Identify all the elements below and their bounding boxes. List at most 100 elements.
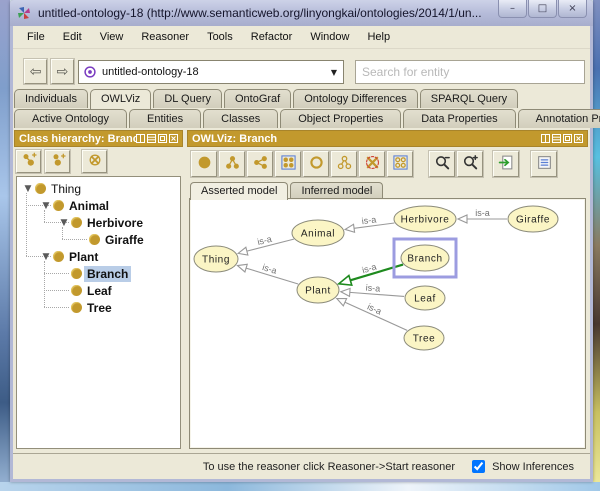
export-graph-button[interactable] — [493, 151, 519, 177]
graph-node-giraffe[interactable]: Giraffe — [508, 206, 558, 232]
tab-dl-query[interactable]: DL Query — [153, 89, 222, 108]
tree-row-leaf[interactable]: Leaf — [17, 282, 180, 299]
options-button[interactable] — [531, 151, 557, 177]
class-icon — [71, 217, 82, 228]
back-button[interactable]: ⇦ — [24, 59, 47, 84]
panel-header-controls — [541, 134, 583, 143]
graph-node-leaf[interactable]: Leaf — [405, 286, 445, 310]
menu-item-window[interactable]: Window — [301, 28, 358, 46]
graph-node-herbivore[interactable]: Herbivore — [394, 206, 456, 232]
float-icon[interactable] — [563, 134, 572, 143]
add-sibling-class-icon — [50, 152, 66, 171]
tree-row-plant[interactable]: ▼ Plant — [17, 248, 180, 265]
arrow-right-icon: ⇨ — [57, 64, 69, 80]
menu-item-reasoner[interactable]: Reasoner — [132, 28, 198, 46]
is-a-arrowhead — [237, 264, 247, 272]
tab-object-properties[interactable]: Object Properties — [280, 109, 401, 128]
class-node-button[interactable] — [191, 151, 217, 177]
graph-edge-plant-thing: is-a — [237, 262, 298, 284]
graph-canvas[interactable]: is-ais-ais-ais-ais-ais-ais-aThingAnimalH… — [189, 198, 586, 449]
tree-row-herbivore[interactable]: ▼ Herbivore — [17, 214, 180, 231]
graph-edge-herbivore-animal: is-a — [345, 214, 394, 232]
class-hierarchy-title: Class hierarchy: Branch — [19, 133, 136, 145]
tab-ontograf[interactable]: OntoGraf — [224, 89, 291, 108]
tab-annotation-properties[interactable]: Annotation Properties — [518, 109, 600, 128]
options-icon — [536, 154, 553, 174]
tab-data-properties[interactable]: Data Properties — [403, 109, 515, 128]
panel-header-controls — [136, 134, 178, 143]
graph-node-branch[interactable]: Branch — [394, 239, 456, 277]
hide-subclasses-icon — [336, 154, 353, 174]
show-superclasses-button[interactable] — [247, 151, 273, 177]
float-icon[interactable] — [158, 134, 167, 143]
forward-button[interactable]: ⇨ — [51, 59, 74, 84]
horizontal-split-icon[interactable] — [147, 134, 156, 143]
tree-row-animal[interactable]: ▼Animal — [17, 197, 180, 214]
hide-all-classes-button[interactable] — [387, 151, 413, 177]
menu-item-help[interactable]: Help — [358, 28, 399, 46]
class-icon — [53, 200, 64, 211]
workspace-tabs-row1: IndividualsOWLVizDL QueryOntoGrafOntolog… — [14, 88, 590, 108]
tab-asserted-model[interactable]: Asserted model — [190, 182, 288, 200]
show-inferences-checkbox[interactable] — [472, 460, 485, 473]
zoom-in-button[interactable] — [457, 151, 483, 177]
class-hierarchy-panel: Class hierarchy: Branch ▼Thing▼Animal▼He… — [14, 130, 183, 451]
tab-inferred-model[interactable]: Inferred model — [290, 182, 383, 199]
ontology-icon — [83, 65, 97, 79]
menu-item-refactor[interactable]: Refactor — [242, 28, 302, 46]
close-button[interactable]: × — [558, 0, 587, 18]
zoom-out-button[interactable] — [429, 151, 455, 177]
show-inferences-label: Show Inferences — [492, 461, 574, 473]
collapse-triangle-icon[interactable]: ▼ — [39, 252, 53, 262]
tree-label: Tree — [84, 300, 115, 316]
menu-item-edit[interactable]: Edit — [54, 28, 91, 46]
horizontal-split-icon[interactable] — [552, 134, 561, 143]
menu-item-tools[interactable]: Tools — [198, 28, 242, 46]
status-bar: To use the reasoner click Reasoner->Star… — [13, 453, 590, 479]
tab-sparql-query[interactable]: SPARQL Query — [420, 89, 518, 108]
tree-connector — [62, 239, 87, 240]
tab-entities[interactable]: Entities — [129, 109, 201, 128]
split-vertically-icon[interactable] — [136, 134, 145, 143]
tab-individuals[interactable]: Individuals — [14, 89, 88, 108]
owlviz-title: OWLViz: Branch — [192, 133, 277, 145]
tree-label: Herbivore — [84, 215, 146, 231]
graph-node-thing[interactable]: Thing — [194, 246, 238, 272]
close-icon[interactable] — [169, 134, 178, 143]
is-a-arrowhead — [345, 224, 354, 232]
tab-ontology-differences[interactable]: Ontology Differences — [293, 89, 418, 108]
graph-node-tree[interactable]: Tree — [404, 326, 444, 350]
tree-row-branch[interactable]: Branch — [17, 265, 180, 282]
ontology-selector[interactable]: untitled-ontology-18 ▼ — [78, 60, 344, 84]
show-subclasses-button[interactable] — [219, 151, 245, 177]
add-subclass-button[interactable] — [16, 150, 41, 173]
tab-classes[interactable]: Classes — [203, 109, 278, 128]
hide-class-button[interactable] — [359, 151, 385, 177]
add-sibling-class-button[interactable] — [45, 150, 70, 173]
minimize-button[interactable]: – — [498, 0, 527, 18]
close-icon[interactable] — [574, 134, 583, 143]
edge-label: is-a — [475, 208, 490, 218]
graph-node-animal[interactable]: Animal — [292, 220, 344, 246]
tree-row-tree[interactable]: Tree — [17, 299, 180, 316]
search-input[interactable] — [355, 60, 585, 84]
collapse-triangle-icon[interactable]: ▼ — [57, 218, 71, 228]
collapse-triangle-icon[interactable]: ▼ — [21, 184, 35, 194]
tree-row-thing[interactable]: ▼Thing — [17, 180, 180, 197]
tree-label: Plant — [66, 249, 101, 265]
menu-item-view[interactable]: View — [91, 28, 133, 46]
tab-active-ontology[interactable]: Active Ontology — [14, 109, 127, 128]
show-all-classes-button[interactable] — [275, 151, 301, 177]
maximize-button[interactable]: □ — [528, 0, 557, 18]
hide-subclasses-button[interactable] — [331, 151, 357, 177]
graph-node-plant[interactable]: Plant — [297, 277, 339, 303]
delete-class-button[interactable] — [82, 150, 107, 173]
split-vertically-icon[interactable] — [541, 134, 550, 143]
class-tree: ▼Thing▼Animal▼HerbivoreGiraffe▼PlantBran… — [16, 176, 181, 449]
menu-item-file[interactable]: File — [18, 28, 54, 46]
hide-class-node-button[interactable] — [303, 151, 329, 177]
protege-window: untitled-ontology-18 (http://www.semanti… — [10, 0, 593, 482]
tree-row-giraffe[interactable]: Giraffe — [17, 231, 180, 248]
collapse-triangle-icon[interactable]: ▼ — [39, 201, 53, 211]
tab-owlviz[interactable]: OWLViz — [90, 89, 151, 109]
